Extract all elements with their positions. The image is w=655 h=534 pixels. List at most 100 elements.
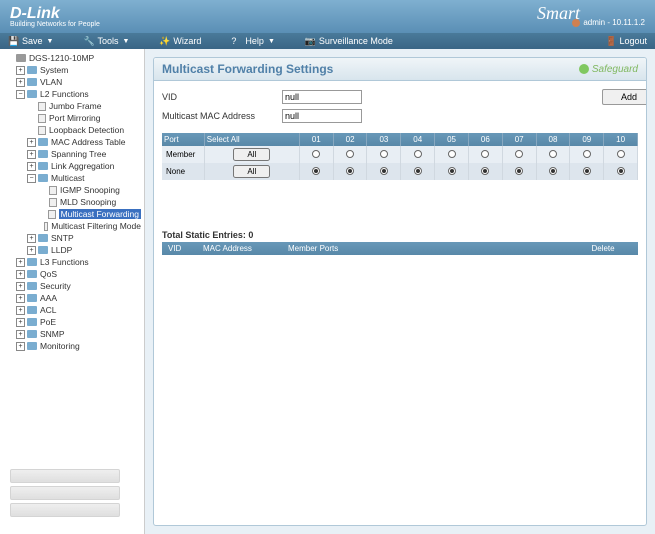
wizard-menu[interactable]: ✨Wizard (159, 36, 201, 46)
tree-vlan[interactable]: +VLAN (3, 76, 141, 88)
logout-icon: 🚪 (605, 36, 615, 46)
camera-icon: 📷 (305, 36, 315, 46)
member-radio-07[interactable] (515, 150, 523, 158)
tree-lldp[interactable]: +LLDP (3, 244, 141, 256)
none-radio-03[interactable] (380, 167, 388, 175)
folder-icon (27, 330, 37, 338)
none-radio-01[interactable] (312, 167, 320, 175)
page-icon (44, 222, 49, 231)
tree-mcastfilter[interactable]: Multicast Filtering Mode (3, 220, 141, 232)
tree-monitoring[interactable]: +Monitoring (3, 340, 141, 352)
member-all-button[interactable]: All (233, 148, 270, 161)
tree-sntp[interactable]: +SNTP (3, 232, 141, 244)
logout-menu[interactable]: 🚪Logout (605, 36, 647, 46)
none-radio-02[interactable] (346, 167, 354, 175)
tree-security[interactable]: +Security (3, 280, 141, 292)
expand-icon[interactable]: + (16, 258, 25, 267)
none-radio-09[interactable] (583, 167, 591, 175)
col-p08: 08 (536, 133, 570, 146)
expand-icon[interactable]: + (16, 282, 25, 291)
page-icon (38, 102, 46, 111)
tree-snmp[interactable]: +SNMP (3, 328, 141, 340)
tree-qos[interactable]: +QoS (3, 268, 141, 280)
safeguard-badge: Safeguard (579, 64, 638, 75)
expand-icon[interactable]: + (16, 306, 25, 315)
help-menu[interactable]: ?Help▼ (231, 36, 274, 46)
expand-icon[interactable]: + (16, 342, 25, 351)
folder-icon (27, 90, 37, 98)
tree-device[interactable]: DGS-1210-10MP (3, 52, 141, 64)
col-p10: 10 (604, 133, 638, 146)
tree-aaa[interactable]: +AAA (3, 292, 141, 304)
member-radio-08[interactable] (549, 150, 557, 158)
none-radio-08[interactable] (549, 167, 557, 175)
tree-linkagg[interactable]: +Link Aggregation (3, 160, 141, 172)
member-radio-10[interactable] (617, 150, 625, 158)
none-radio-05[interactable] (448, 167, 456, 175)
folder-icon (38, 174, 48, 182)
expand-icon[interactable]: + (27, 162, 36, 171)
member-label: Member (162, 146, 204, 163)
expand-icon[interactable]: + (27, 138, 36, 147)
expand-icon[interactable]: + (27, 234, 36, 243)
member-radio-03[interactable] (380, 150, 388, 158)
col-p09: 09 (570, 133, 604, 146)
tree-l3functions[interactable]: +L3 Functions (3, 256, 141, 268)
folder-icon (38, 162, 48, 170)
vid-input[interactable] (282, 90, 362, 104)
tree-jumbo[interactable]: Jumbo Frame (3, 100, 141, 112)
add-button[interactable]: Add (602, 89, 647, 105)
tree-mcastfwd[interactable]: Multicast Forwarding (3, 208, 141, 220)
member-radio-09[interactable] (583, 150, 591, 158)
none-radio-07[interactable] (515, 167, 523, 175)
none-radio-06[interactable] (481, 167, 489, 175)
tree-multicast[interactable]: −Multicast (3, 172, 141, 184)
expand-icon[interactable]: + (16, 318, 25, 327)
none-all-button[interactable]: All (233, 165, 270, 178)
expand-icon[interactable]: + (16, 78, 25, 87)
nav-tree: DGS-1210-10MP +System +VLAN −L2 Function… (3, 52, 141, 352)
tree-acl[interactable]: +ACL (3, 304, 141, 316)
mac-input[interactable] (282, 109, 362, 123)
expand-icon[interactable]: + (16, 294, 25, 303)
safeguard-icon (579, 64, 589, 74)
tree-loopback[interactable]: Loopback Detection (3, 124, 141, 136)
tree-igmp[interactable]: IGMP Snooping (3, 184, 141, 196)
member-radio-01[interactable] (312, 150, 320, 158)
collapse-icon[interactable]: − (16, 90, 25, 99)
user-icon (572, 19, 580, 27)
member-radio-05[interactable] (448, 150, 456, 158)
tree-mld[interactable]: MLD Snooping (3, 196, 141, 208)
tree-mactable[interactable]: +MAC Address Table (3, 136, 141, 148)
row-none: None All (162, 163, 638, 180)
tree-l2functions[interactable]: −L2 Functions (3, 88, 141, 100)
tree-system[interactable]: +System (3, 64, 141, 76)
page-icon (38, 114, 46, 123)
tree-spanning[interactable]: +Spanning Tree (3, 148, 141, 160)
menubar: 💾Save▼ 🔧Tools▼ ✨Wizard ?Help▼ 📷Surveilla… (0, 33, 655, 49)
none-radio-04[interactable] (414, 167, 422, 175)
device-icon (16, 54, 26, 62)
folder-icon (27, 258, 37, 266)
none-radio-10[interactable] (617, 167, 625, 175)
tree-poe[interactable]: +PoE (3, 316, 141, 328)
expand-icon[interactable]: + (16, 330, 25, 339)
expand-icon[interactable]: + (27, 246, 36, 255)
folder-icon (27, 318, 37, 326)
chevron-down-icon: ▼ (268, 38, 275, 45)
expand-icon[interactable]: + (16, 66, 25, 75)
col-p02: 02 (333, 133, 367, 146)
folder-icon (27, 66, 37, 74)
member-radio-04[interactable] (414, 150, 422, 158)
collapse-icon[interactable]: − (27, 174, 36, 183)
expand-icon[interactable]: + (16, 270, 25, 279)
save-menu[interactable]: 💾Save▼ (8, 36, 53, 46)
expand-icon[interactable]: + (27, 150, 36, 159)
mac-label: Multicast MAC Address (162, 111, 282, 121)
page-icon (38, 126, 46, 135)
member-radio-02[interactable] (346, 150, 354, 158)
member-radio-06[interactable] (481, 150, 489, 158)
tools-menu[interactable]: 🔧Tools▼ (83, 36, 129, 46)
tree-portmirror[interactable]: Port Mirroring (3, 112, 141, 124)
surveillance-menu[interactable]: 📷Surveillance Mode (305, 36, 393, 46)
